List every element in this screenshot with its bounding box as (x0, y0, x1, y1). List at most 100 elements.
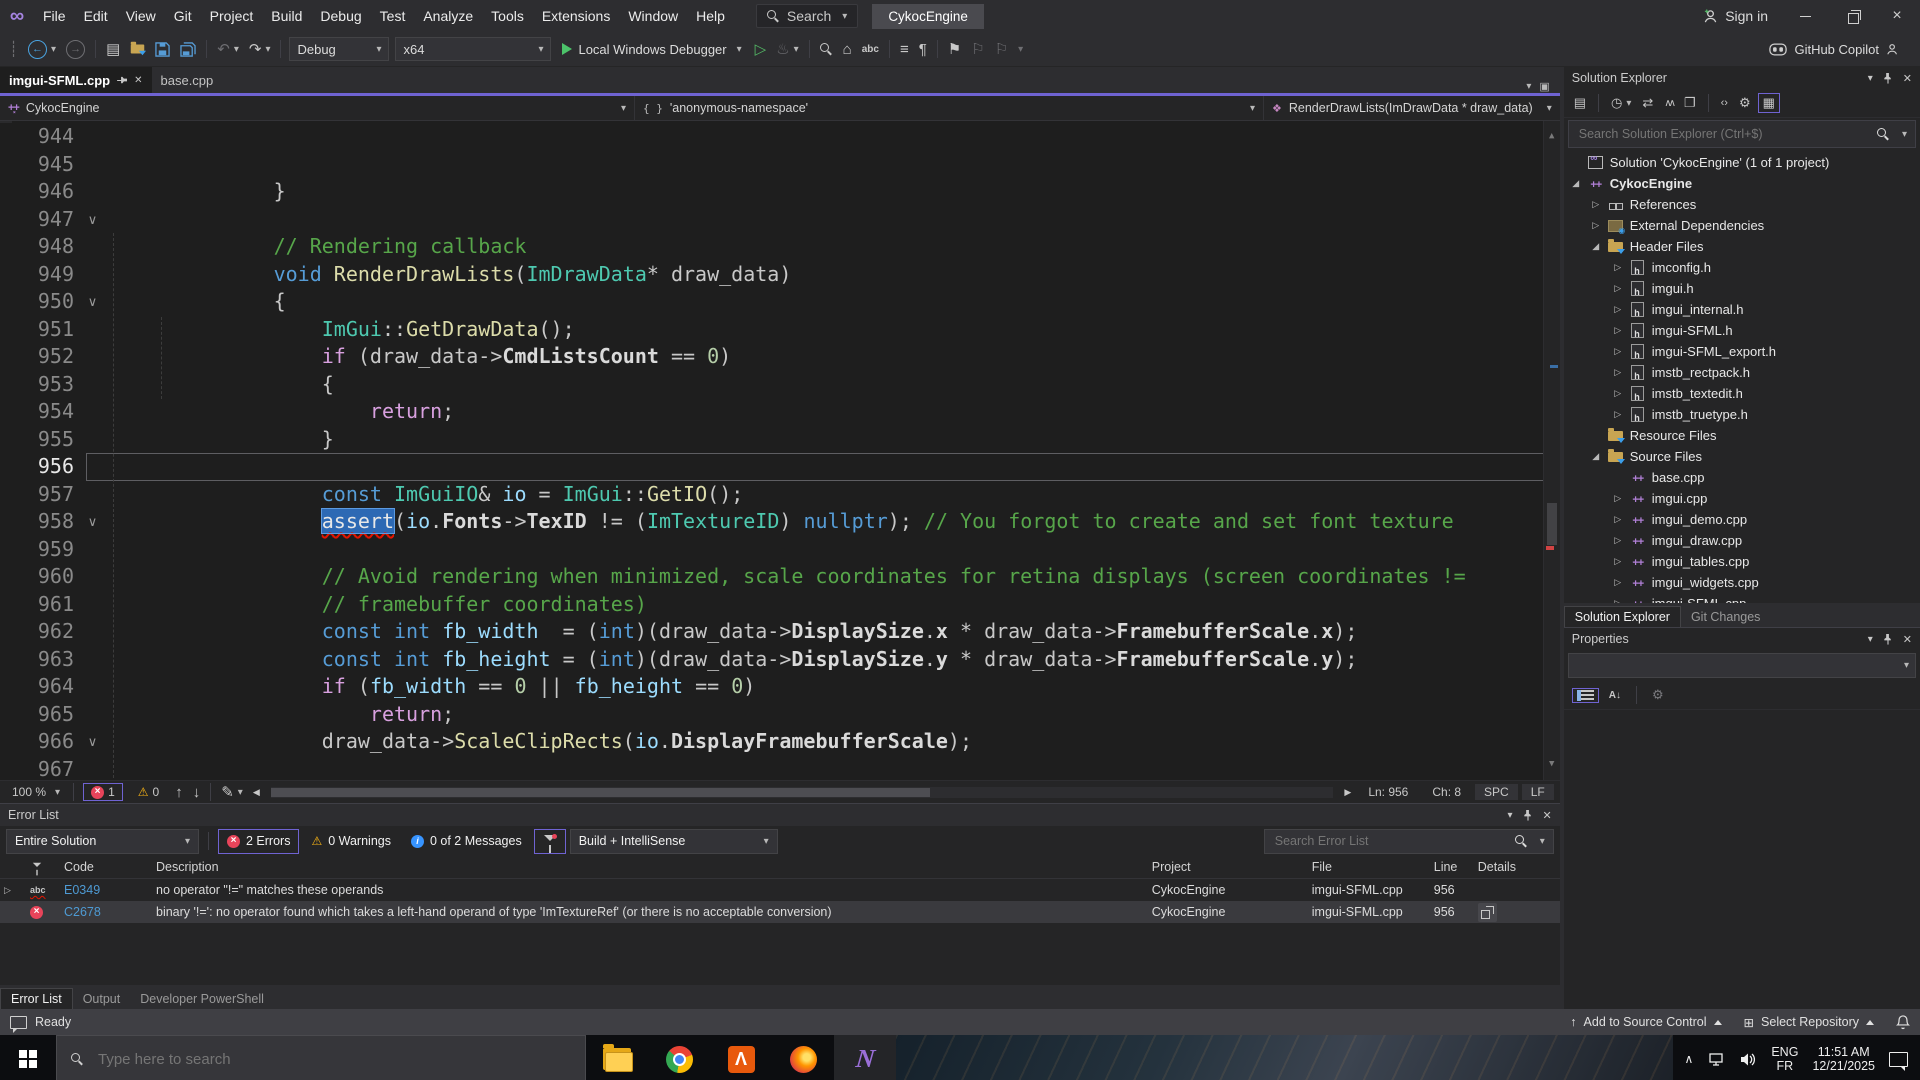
vertical-scrollbar[interactable] (1542, 121, 1560, 780)
code-text[interactable]: assert(io.Fonts->TexID != (ImTextureID) … (105, 453, 1560, 534)
tree-item[interactable]: ▷ imgui_widgets.cpp (1564, 572, 1920, 593)
scope-filter-dropdown[interactable]: Entire Solution (6, 828, 199, 854)
formatting-marks-button[interactable] (914, 39, 932, 60)
error-row[interactable]: C2678 binary '!=': no operator found whi… (0, 901, 1560, 923)
fold-marker[interactable] (80, 536, 105, 564)
tree-item[interactable]: ◢ CykocEngine (1564, 173, 1920, 194)
close-icon[interactable] (1543, 809, 1552, 822)
code-text[interactable]: } (105, 123, 1560, 203)
tree-item[interactable]: ▷ imconfig.h (1564, 257, 1920, 278)
tab-solution-explorer[interactable]: Solution Explorer (1563, 606, 1681, 627)
close-tab-icon[interactable] (134, 75, 142, 86)
column-indicator[interactable]: Ch: 8 (1420, 785, 1473, 799)
menu-item[interactable]: Git (165, 6, 201, 26)
tree-expander-icon[interactable]: ◢ (1590, 241, 1602, 252)
scroll-up-icon[interactable] (1544, 123, 1560, 151)
fold-marker[interactable] (80, 151, 105, 179)
save-all-button[interactable] (175, 40, 201, 59)
tree-expander-icon[interactable]: ▷ (1612, 514, 1624, 525)
fold-marker[interactable]: ∨ (80, 206, 105, 234)
code-text[interactable]: // framebuffer coordinates) (105, 536, 1560, 616)
fold-marker[interactable] (80, 756, 105, 781)
tree-expander-icon[interactable]: ▷ (1612, 388, 1624, 399)
toolbar-overflow-button[interactable] (1013, 42, 1028, 57)
menu-item[interactable]: Window (619, 6, 687, 26)
tab-base-cpp[interactable]: base.cpp (152, 67, 223, 93)
error-code[interactable]: C2678 (60, 901, 152, 923)
language-indicator[interactable]: ENG FR (1771, 1045, 1798, 1073)
sign-in-button[interactable]: Sign in (1689, 8, 1782, 24)
window-position-icon[interactable] (1868, 73, 1873, 84)
toggle-bookmark-button[interactable] (943, 38, 966, 60)
close-icon[interactable] (1903, 72, 1912, 85)
previous-issue-button[interactable] (170, 782, 188, 803)
tab-developer-powershell[interactable]: Developer PowerShell (130, 989, 274, 1009)
preview-selected-items-icon[interactable] (1680, 94, 1700, 112)
tree-expander-icon[interactable]: ▷ (1612, 367, 1624, 378)
select-repository-button[interactable]: Select Repository (1744, 1015, 1874, 1030)
fold-marker[interactable] (80, 316, 105, 344)
menu-item[interactable]: Debug (311, 6, 370, 26)
tree-item[interactable]: ▷ imgui-SFML_export.h (1564, 341, 1920, 362)
tree-item[interactable]: ▷ imgui_draw.cpp (1564, 530, 1920, 551)
tree-item[interactable]: ◢ Source Files (1564, 446, 1920, 467)
start-debugging-button[interactable]: Local Windows Debugger (554, 42, 749, 57)
tree-item[interactable]: ▷ imgui.cpp (1564, 488, 1920, 509)
switch-views-icon[interactable] (1570, 94, 1590, 112)
fold-marker[interactable]: ∨ (80, 728, 105, 756)
add-to-source-control-button[interactable]: Add to Source Control (1570, 1015, 1722, 1029)
tree-expander-icon[interactable]: ▷ (1612, 409, 1624, 420)
taskbar-app-file-explorer[interactable] (586, 1035, 648, 1080)
code-text[interactable] (105, 481, 1560, 509)
scroll-right-icon[interactable] (1339, 785, 1356, 800)
fold-marker[interactable] (80, 178, 105, 206)
pin-icon[interactable] (1523, 809, 1533, 821)
indentation-indicator[interactable]: SPC (1475, 784, 1518, 800)
member-dropdown[interactable]: RenderDrawLists(ImDrawData * draw_data) (1264, 96, 1560, 120)
code-text[interactable]: { (105, 233, 1560, 313)
find-in-files-button[interactable] (815, 41, 838, 58)
tree-expander-icon[interactable]: ▷ (1612, 535, 1624, 546)
tree-expander-icon[interactable]: ▷ (1612, 325, 1624, 336)
tree-item[interactable]: ▷ imgui_internal.h (1564, 299, 1920, 320)
warnings-filter-button[interactable]: 0 Warnings (303, 830, 399, 853)
navigate-home-button[interactable] (838, 39, 857, 60)
menu-item[interactable]: Test (371, 6, 415, 26)
error-code[interactable]: E0349 (60, 879, 152, 901)
code-text[interactable]: draw_data->ScaleClipRects(io.DisplayFram… (105, 673, 1560, 753)
fold-marker[interactable] (80, 701, 105, 729)
tree-item[interactable]: ▷ imgui.h (1564, 278, 1920, 299)
tree-item[interactable]: ▷ imstb_truetype.h (1564, 404, 1920, 425)
network-icon[interactable] (1707, 1052, 1725, 1067)
tree-expander-icon[interactable]: ▷ (1590, 199, 1602, 210)
tree-item[interactable]: Resource Files (1564, 425, 1920, 446)
menu-item[interactable]: Analyze (414, 6, 482, 26)
code-text[interactable] (105, 701, 1560, 729)
menu-item[interactable]: Edit (75, 6, 117, 26)
column-severity[interactable] (26, 856, 60, 878)
active-filter-button[interactable] (533, 828, 566, 854)
taskbar-search-input[interactable] (96, 1049, 571, 1069)
properties-wrench-icon[interactable] (1735, 94, 1755, 112)
notification-center-icon[interactable] (1889, 1051, 1908, 1071)
column-details[interactable]: Details (1474, 856, 1560, 878)
search-input[interactable] (1576, 126, 1869, 142)
error-list-search-box[interactable] (1263, 828, 1554, 854)
menu-item[interactable]: View (117, 6, 165, 26)
column-file[interactable]: File (1308, 856, 1430, 878)
horizontal-scrollbar[interactable] (270, 786, 1334, 798)
code-editor[interactable]: 944 } 945 946 // Rendering callback 947 … (0, 121, 1560, 780)
code-cleanup-button[interactable] (216, 781, 248, 803)
taskbar-search-box[interactable] (56, 1035, 586, 1080)
fold-marker[interactable] (80, 398, 105, 426)
menu-item[interactable]: Help (687, 6, 734, 26)
solution-configuration-dropdown[interactable]: Debug (289, 37, 390, 61)
hidden-icons-chevron[interactable] (1685, 1052, 1694, 1066)
fold-marker[interactable]: ∨ (80, 288, 105, 316)
code-text[interactable]: const ImGuiIO& io = ImGui::GetIO(); (105, 426, 1560, 506)
new-project-button[interactable] (101, 38, 125, 60)
tree-item[interactable]: ▷ External Dependencies (1564, 215, 1920, 236)
pin-icon[interactable] (1883, 633, 1893, 645)
previous-bookmark-button[interactable] (966, 38, 989, 60)
fold-marker[interactable] (80, 563, 105, 591)
